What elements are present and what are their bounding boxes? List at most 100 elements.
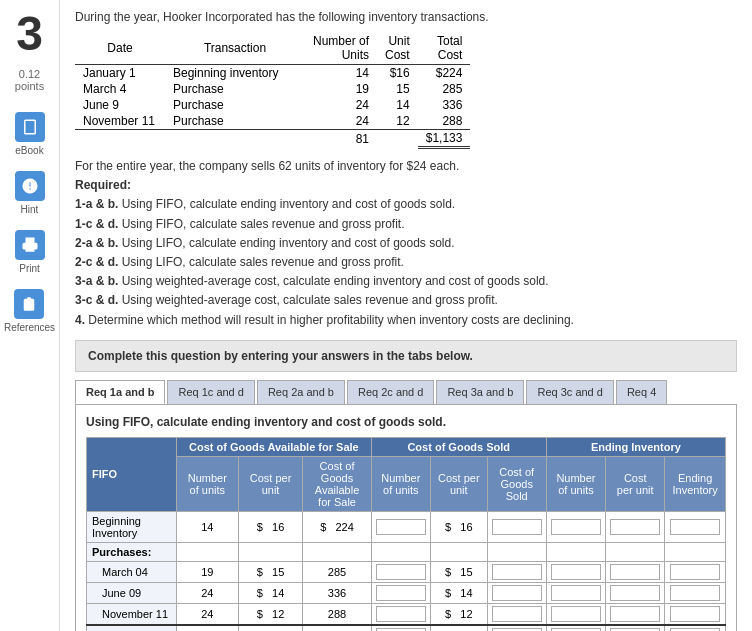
inventory-table: Date Transaction Number ofUnits UnitCost… <box>75 32 737 149</box>
total-cogs-cell[interactable] <box>487 625 546 631</box>
november-ending-cost-cell[interactable] <box>606 603 665 625</box>
june-ending-units-input[interactable] <box>551 585 601 601</box>
march-ending-inv-input[interactable] <box>670 564 720 580</box>
june-sold-units-cell[interactable] <box>371 582 430 603</box>
inv-date: January 1 <box>75 65 165 82</box>
req-item-1cd: 1-c & d. Using FIFO, calculate sales rev… <box>75 215 737 234</box>
beginning-ending-inv-input[interactable] <box>670 519 720 535</box>
sidebar-item-references[interactable]: References <box>4 289 55 333</box>
fifo-header-label: FIFO <box>87 437 177 511</box>
col-header-date: Date <box>75 32 165 65</box>
tab-req1ab[interactable]: Req 1a and b <box>75 380 165 404</box>
beginning-cogs-cell[interactable] <box>487 511 546 542</box>
row-label-march: March 04 <box>87 561 177 582</box>
sub-header-cost-goods-sold: Cost ofGoodsSold <box>487 456 546 511</box>
beginning-cost-unit-2: $ 16 <box>430 511 487 542</box>
complete-instruction: Complete this question by entering your … <box>75 340 737 372</box>
total-sold-units-cell[interactable] <box>371 625 430 631</box>
beginning-ending-cost-cell[interactable] <box>606 511 665 542</box>
row-label-total: Total <box>87 625 177 631</box>
req-item-2cd: 2-c & d. Using LIFO, calculate sales rev… <box>75 253 737 272</box>
june-ending-cost-input[interactable] <box>610 585 660 601</box>
november-sold-units-input[interactable] <box>376 606 426 622</box>
inv-units: 19 <box>305 81 377 97</box>
march-ending-cost-input[interactable] <box>610 564 660 580</box>
tab-req3cd[interactable]: Req 3c and d <box>526 380 613 404</box>
inv-units: 24 <box>305 97 377 113</box>
november-avail: 288 <box>303 603 371 625</box>
fifo-header-sold: Cost of Goods Sold <box>371 437 546 456</box>
november-ending-inv-cell[interactable] <box>665 603 726 625</box>
june-ending-cost-cell[interactable] <box>606 582 665 603</box>
march-avail: 285 <box>303 561 371 582</box>
table-row: March 4 Purchase 19 15 285 <box>75 81 470 97</box>
june-cogs-cell[interactable] <box>487 582 546 603</box>
beginning-sold-units-input[interactable] <box>376 519 426 535</box>
col-header-total-cost: TotalCost <box>418 32 471 65</box>
march-ending-cost-cell[interactable] <box>606 561 665 582</box>
tab-req2ab[interactable]: Req 2a and b <box>257 380 345 404</box>
november-sold-units-cell[interactable] <box>371 603 430 625</box>
references-icon <box>14 289 44 319</box>
inv-transaction: Purchase <box>165 97 305 113</box>
ebook-label: eBook <box>15 145 43 156</box>
fifo-header-ending: Ending Inventory <box>546 437 725 456</box>
march-sold-units-input[interactable] <box>376 564 426 580</box>
june-sold-units-input[interactable] <box>376 585 426 601</box>
beginning-ending-cost-input[interactable] <box>610 519 660 535</box>
total-ending-units-cell[interactable] <box>546 625 605 631</box>
inv-date: March 4 <box>75 81 165 97</box>
march-sold-units-cell[interactable] <box>371 561 430 582</box>
sub-header-cost-available: Cost ofGoodsAvailablefor Sale <box>303 456 371 511</box>
sidebar-item-hint[interactable]: Hint <box>15 171 45 215</box>
beginning-sold-units-cell[interactable] <box>371 511 430 542</box>
beginning-ending-units-input[interactable] <box>551 519 601 535</box>
tab-req1cd[interactable]: Req 1c and d <box>167 380 254 404</box>
fifo-row-march: March 04 19 $ 15 285 $ 15 <box>87 561 726 582</box>
inv-transaction: Beginning inventory <box>165 65 305 82</box>
inv-unit-cost: 14 <box>377 97 418 113</box>
june-avail: 336 <box>303 582 371 603</box>
table-row: November 11 Purchase 24 12 288 <box>75 113 470 130</box>
total-ending-cost-cell[interactable] <box>606 625 665 631</box>
inv-units: 24 <box>305 113 377 130</box>
tab-req2cd[interactable]: Req 2c and d <box>347 380 434 404</box>
row-label-beginning: Beginning Inventory <box>87 511 177 542</box>
fifo-row-total: Total 81 $ 1,133 <box>87 625 726 631</box>
march-cogs-cell[interactable] <box>487 561 546 582</box>
sidebar-item-ebook[interactable]: eBook <box>15 112 45 156</box>
november-ending-units-cell[interactable] <box>546 603 605 625</box>
required-intro: For the entire year, the company sells 6… <box>75 157 737 176</box>
points-display: 0.12 points <box>15 68 44 92</box>
tab-req3ab[interactable]: Req 3a and b <box>436 380 524 404</box>
inv-date: June 9 <box>75 97 165 113</box>
march-ending-inv-cell[interactable] <box>665 561 726 582</box>
june-ending-inv-input[interactable] <box>670 585 720 601</box>
beginning-cost-unit: $ 16 <box>238 511 303 542</box>
march-cogs-input[interactable] <box>492 564 542 580</box>
tab-req4[interactable]: Req 4 <box>616 380 667 404</box>
sub-header-cost-per-unit-3: Costper unit <box>606 456 665 511</box>
november-ending-cost-input[interactable] <box>610 606 660 622</box>
june-ending-units-cell[interactable] <box>546 582 605 603</box>
june-cogs-input[interactable] <box>492 585 542 601</box>
fifo-table: FIFO Cost of Goods Available for Sale Co… <box>86 437 726 631</box>
march-ending-units-input[interactable] <box>551 564 601 580</box>
november-ending-inv-input[interactable] <box>670 606 720 622</box>
sub-header-num-units-1: Numberof units <box>177 456 239 511</box>
question-number: 3 <box>16 10 43 58</box>
beginning-ending-inv-cell[interactable] <box>665 511 726 542</box>
inv-transaction: Purchase <box>165 113 305 130</box>
sidebar-item-print[interactable]: Print <box>15 230 45 274</box>
march-num-units: 19 <box>177 561 239 582</box>
total-ending-inv-cell[interactable] <box>665 625 726 631</box>
required-section: For the entire year, the company sells 6… <box>75 157 737 330</box>
november-cogs-input[interactable] <box>492 606 542 622</box>
november-cogs-cell[interactable] <box>487 603 546 625</box>
beginning-cogs-input[interactable] <box>492 519 542 535</box>
june-ending-inv-cell[interactable] <box>665 582 726 603</box>
beginning-ending-units-cell[interactable] <box>546 511 605 542</box>
november-ending-units-input[interactable] <box>551 606 601 622</box>
sub-header-cost-per-unit-2: Cost perunit <box>430 456 487 511</box>
march-ending-units-cell[interactable] <box>546 561 605 582</box>
